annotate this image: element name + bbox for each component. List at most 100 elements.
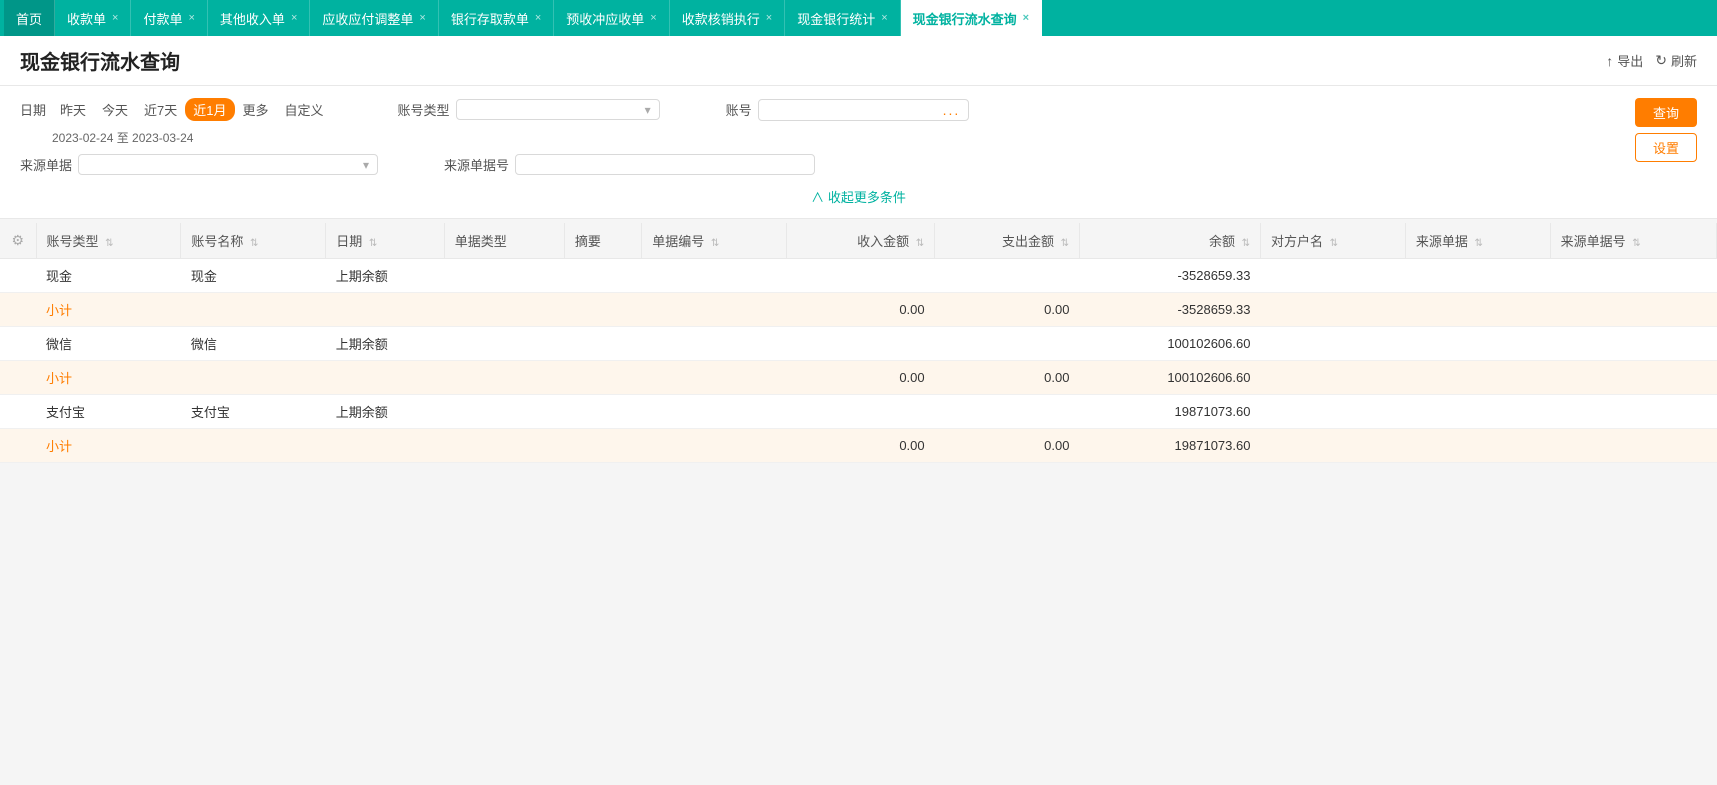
collapse-conditions-bar[interactable]: ∧ 收起更多条件	[20, 183, 1697, 210]
col-source-doc: 来源单据 ⇅	[1405, 223, 1550, 259]
collapse-conditions-label: 收起更多条件	[828, 190, 906, 205]
table-cell	[444, 259, 564, 293]
account-input[interactable]	[767, 102, 943, 117]
nav-tab-receipt[interactable]: 收款单 ×	[55, 0, 131, 36]
table-cell: 小计	[36, 293, 181, 327]
account-type-input-wrap[interactable]: ▾	[456, 99, 660, 120]
close-icon[interactable]: ×	[535, 12, 541, 24]
close-icon[interactable]: ×	[881, 12, 887, 24]
table-cell	[1550, 429, 1716, 463]
sort-icon[interactable]: ⇅	[105, 238, 113, 249]
settings-button[interactable]: 设置	[1635, 133, 1697, 162]
col-date-label: 日期	[336, 234, 362, 249]
table-cell	[1260, 259, 1405, 293]
nav-tab-cash-stats[interactable]: 现金银行统计 ×	[785, 0, 900, 36]
close-icon[interactable]: ×	[291, 12, 297, 24]
filter-area: 日期 昨天 今天 近7天 近1月 更多 自定义 账号类型 ▾	[0, 86, 1717, 219]
sort-icon[interactable]: ⇅	[250, 238, 258, 249]
col-doc-type-label: 单据类型	[455, 234, 507, 249]
table-cell	[564, 259, 641, 293]
date-filter-label: 日期	[20, 100, 46, 119]
sort-icon[interactable]: ⇅	[1474, 238, 1482, 249]
nav-tab-cash-flow[interactable]: 现金银行流水查询 ×	[901, 0, 1042, 36]
source-doc-input-wrap[interactable]: ▾	[78, 154, 378, 175]
sort-icon[interactable]: ⇅	[1061, 238, 1069, 249]
col-source-doc-label: 来源单据	[1416, 234, 1468, 249]
table-row[interactable]: 微信微信上期余额100102606.60	[0, 327, 1717, 361]
query-button[interactable]: 查询	[1635, 98, 1697, 127]
table-row[interactable]: 现金现金上期余额-3528659.33	[0, 259, 1717, 293]
source-doc-no-input-wrap[interactable]	[515, 154, 815, 175]
col-account-name-label: 账号名称	[191, 234, 243, 249]
col-income-label: 收入金额	[857, 234, 909, 249]
col-income: 收入金额 ⇅	[787, 223, 935, 259]
date-btn-more[interactable]: 更多	[235, 98, 277, 121]
table-cell	[181, 429, 326, 463]
data-table: ⚙ 账号类型 ⇅ 账号名称 ⇅ 日期 ⇅ 单据类型 摘要	[0, 223, 1717, 463]
sort-icon[interactable]: ⇅	[1330, 238, 1338, 249]
close-icon[interactable]: ×	[650, 12, 656, 24]
table-cell	[1260, 429, 1405, 463]
col-account-type: 账号类型 ⇅	[36, 223, 181, 259]
table-row[interactable]: 小计0.000.0019871073.60	[0, 429, 1717, 463]
table-cell	[1405, 293, 1550, 327]
table-row[interactable]: 小计0.000.00100102606.60	[0, 361, 1717, 395]
account-type-input[interactable]	[465, 102, 641, 117]
table-row[interactable]: 支付宝支付宝上期余额19871073.60	[0, 395, 1717, 429]
page-title: 现金银行流水查询	[20, 46, 180, 75]
table-cell	[326, 293, 445, 327]
table-cell	[1550, 361, 1716, 395]
sort-icon[interactable]: ⇅	[1632, 238, 1640, 249]
close-icon[interactable]: ×	[766, 12, 772, 24]
export-button[interactable]: ↑ 导出	[1606, 51, 1643, 70]
close-icon[interactable]: ×	[188, 12, 194, 24]
col-summary-label: 摘要	[575, 234, 601, 249]
close-icon[interactable]: ×	[112, 12, 118, 24]
sort-icon[interactable]: ⇅	[369, 238, 377, 249]
table-cell	[787, 327, 935, 361]
account-type-label: 账号类型	[398, 100, 450, 119]
table-cell: 小计	[36, 429, 181, 463]
col-counterpart-label: 对方户名	[1271, 234, 1323, 249]
close-icon[interactable]: ×	[419, 12, 425, 24]
account-input-wrap[interactable]: ...	[758, 99, 970, 121]
nav-tab-other-income[interactable]: 其他收入单 ×	[208, 0, 310, 36]
nav-tab-ar-ap-adjust[interactable]: 应收应付调整单 ×	[310, 0, 438, 36]
table-cell: 上期余额	[326, 327, 445, 361]
nav-tab-home[interactable]: 首页	[4, 0, 55, 36]
table-cell	[326, 429, 445, 463]
refresh-icon: ↻	[1655, 52, 1667, 69]
nav-tab-bank-deposit[interactable]: 银行存取款单 ×	[439, 0, 554, 36]
nav-tab-payment[interactable]: 付款单 ×	[131, 0, 207, 36]
col-balance: 余额 ⇅	[1079, 223, 1260, 259]
table-cell: 0.00	[935, 361, 1080, 395]
date-btn-today[interactable]: 今天	[94, 98, 136, 121]
nav-tab-prepay[interactable]: 预收冲应收单 ×	[554, 0, 669, 36]
nav-tab-receipt-label: 收款单	[67, 9, 106, 28]
date-btn-yesterday[interactable]: 昨天	[52, 98, 94, 121]
sort-icon[interactable]: ⇅	[916, 238, 924, 249]
ellipsis-icon[interactable]: ...	[943, 102, 961, 118]
col-source-doc-no: 来源单据号 ⇅	[1550, 223, 1716, 259]
table-cell: 0.00	[787, 361, 935, 395]
nav-tab-other-income-label: 其他收入单	[220, 9, 285, 28]
table-row[interactable]: 小计0.000.00-3528659.33	[0, 293, 1717, 327]
source-doc-no-input[interactable]	[524, 157, 806, 172]
date-btn-1month[interactable]: 近1月	[185, 98, 234, 121]
table-cell: 100102606.60	[1079, 361, 1260, 395]
sort-icon[interactable]: ⇅	[1242, 238, 1250, 249]
gear-icon[interactable]: ⚙	[11, 232, 24, 248]
chevron-down-icon[interactable]: ▾	[363, 158, 369, 172]
nav-tab-cash-stats-label: 现金银行统计	[797, 9, 875, 28]
source-doc-input[interactable]	[87, 157, 359, 172]
date-btn-custom[interactable]: 自定义	[277, 98, 332, 121]
nav-tab-writeoff[interactable]: 收款核销执行 ×	[670, 0, 785, 36]
col-summary: 摘要	[564, 223, 641, 259]
table-cell	[642, 259, 787, 293]
table-cell	[564, 327, 641, 361]
date-btn-7days[interactable]: 近7天	[136, 98, 185, 121]
sort-icon[interactable]: ⇅	[711, 238, 719, 249]
close-icon[interactable]: ×	[1023, 12, 1029, 24]
refresh-button[interactable]: ↻ 刷新	[1655, 51, 1697, 70]
chevron-down-icon[interactable]: ▾	[645, 103, 651, 117]
